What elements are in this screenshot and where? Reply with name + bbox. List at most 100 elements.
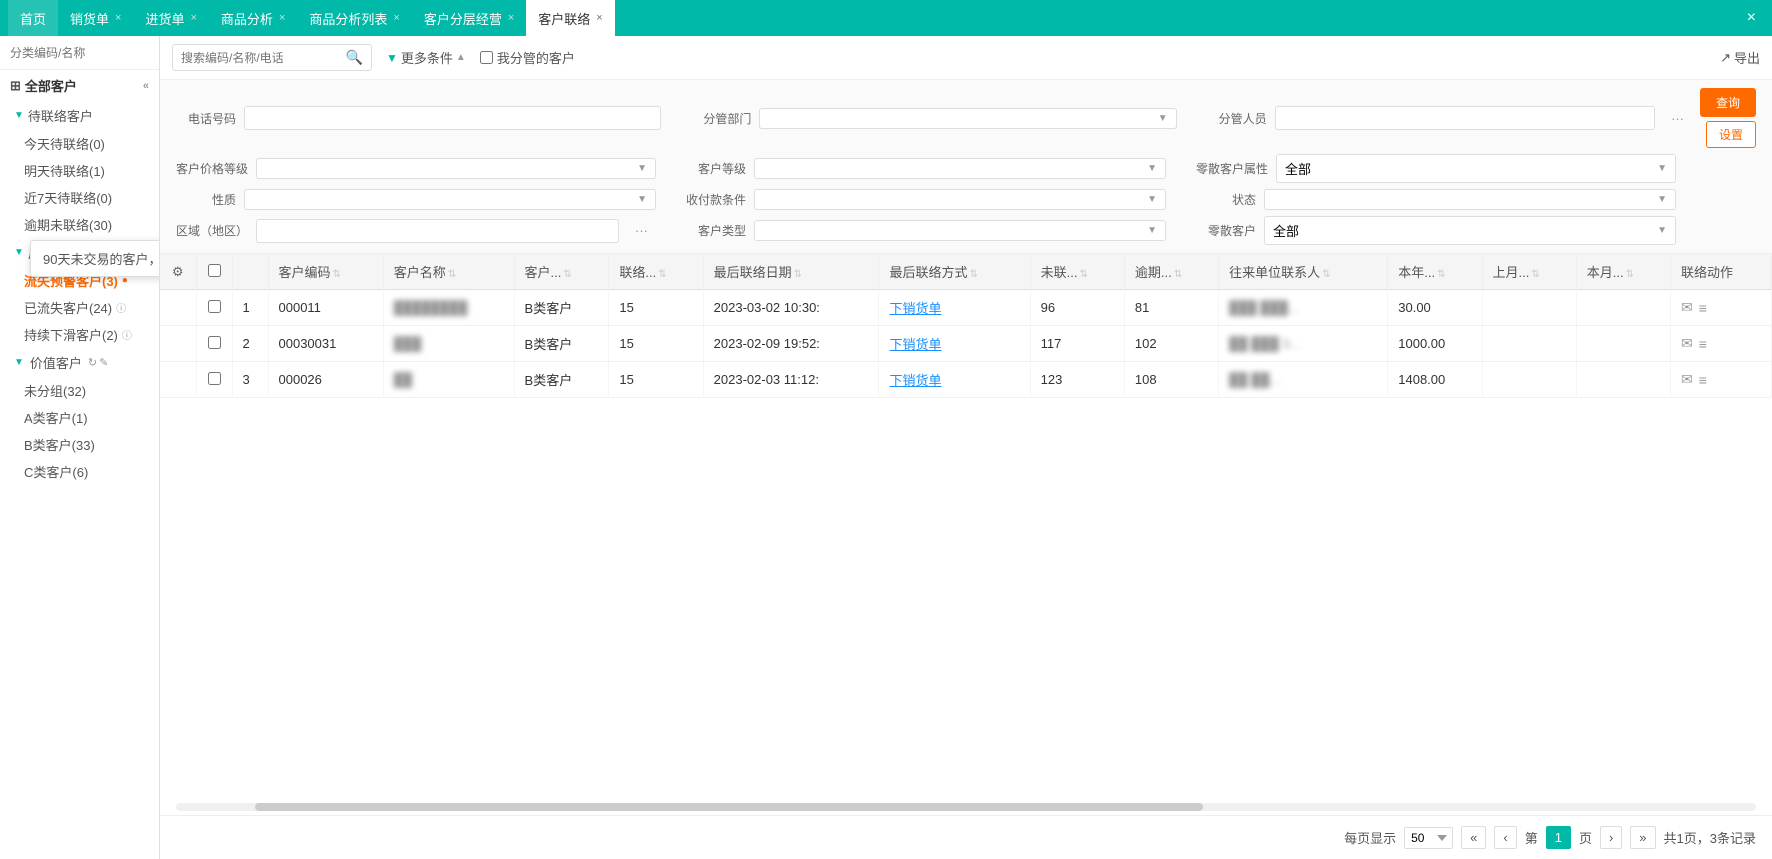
prev-page-button[interactable]: ‹: [1494, 826, 1516, 849]
window-close-button[interactable]: ×: [1739, 5, 1764, 31]
current-page-button[interactable]: 1: [1546, 826, 1571, 849]
col-settings[interactable]: ⚙: [160, 254, 196, 290]
contact-icon[interactable]: ✉: [1681, 299, 1693, 316]
edit-icon[interactable]: ✎: [99, 356, 108, 369]
tab-customer-tier[interactable]: 客户分层经营 ×: [412, 0, 526, 36]
col-last-contact-method[interactable]: 最后联络方式⇅: [879, 254, 1030, 290]
col-this-year[interactable]: 本年...⇅: [1388, 254, 1482, 290]
row-type: B类客户: [514, 326, 609, 362]
close-icon[interactable]: ×: [279, 12, 285, 24]
phone-input[interactable]: [244, 106, 661, 130]
close-icon[interactable]: ×: [393, 12, 399, 24]
tab-home[interactable]: 首页: [8, 0, 58, 36]
row-checkbox[interactable]: [196, 290, 232, 326]
sidebar-item-unclassified[interactable]: 未分组(32): [0, 377, 159, 404]
export-button[interactable]: ↗ 导出: [1720, 48, 1760, 67]
col-type[interactable]: 客户...⇅: [514, 254, 609, 290]
first-page-button[interactable]: «: [1461, 826, 1486, 849]
next-page-button[interactable]: ›: [1600, 826, 1622, 849]
sidebar-item-lost[interactable]: 已流失客户(24) ⓘ: [0, 294, 159, 321]
tab-sales[interactable]: 销货单 ×: [58, 0, 133, 36]
tab-analysis-list[interactable]: 商品分析列表 ×: [297, 0, 411, 36]
row-last-contact-method[interactable]: 下销货单: [879, 362, 1030, 398]
sidebar-item-b-class[interactable]: B类客户(33): [0, 431, 159, 458]
row-name: ██: [383, 362, 514, 398]
arrow-icon: ▼: [1147, 194, 1157, 205]
more-dots-icon[interactable]: ···: [627, 223, 656, 238]
tab-customer-contact[interactable]: 客户联络 ×: [526, 0, 614, 36]
row-settings: [160, 362, 196, 398]
sidebar-all-customers[interactable]: ⊞ 全部客户 «: [0, 70, 159, 101]
tab-purchase[interactable]: 进货单 ×: [133, 0, 208, 36]
sort-icon: ⇅: [1174, 269, 1182, 280]
col-unit-contact[interactable]: 往来单位联系人⇅: [1219, 254, 1388, 290]
dept-select[interactable]: ▼: [759, 108, 1176, 129]
price-level-select[interactable]: ▼: [256, 158, 656, 179]
more-actions-icon[interactable]: ≡: [1699, 372, 1707, 388]
sidebar-item-a-class[interactable]: A类客户(1): [0, 404, 159, 431]
nature-select[interactable]: ▼: [244, 189, 656, 210]
last-page-button[interactable]: »: [1630, 826, 1655, 849]
sort-icon: ⇅: [333, 269, 341, 280]
region-input[interactable]: [256, 219, 619, 243]
per-page-select[interactable]: 50 100 200: [1404, 827, 1453, 849]
customer-level-select[interactable]: ▼: [754, 158, 1166, 179]
settings-button[interactable]: 设置: [1706, 121, 1756, 148]
row-last-contact-method[interactable]: 下销货单: [879, 326, 1030, 362]
customer-type-select[interactable]: ▼: [754, 220, 1166, 241]
my-customers-checkbox-label[interactable]: 我分管的客户: [480, 48, 575, 67]
select-all-checkbox[interactable]: [208, 264, 221, 277]
query-button[interactable]: 查询: [1700, 88, 1756, 117]
contact-icon[interactable]: ✉: [1681, 335, 1693, 352]
contact-icon[interactable]: ✉: [1681, 371, 1693, 388]
col-last-month[interactable]: 上月...⇅: [1482, 254, 1576, 290]
main-search-input[interactable]: [181, 51, 346, 65]
col-this-month[interactable]: 本月...⇅: [1576, 254, 1670, 290]
search-icon[interactable]: 🔍: [346, 49, 363, 66]
col-code[interactable]: 客户编码⇅: [268, 254, 383, 290]
payment-select[interactable]: ▼: [754, 189, 1166, 210]
content-area: 🔍 ▼ 更多条件 ▲ 我分管的客户 ↗ 导出 电话号码: [160, 36, 1772, 859]
more-conditions-btn[interactable]: ▼ 更多条件 ▲: [380, 44, 472, 71]
row-checkbox[interactable]: [196, 362, 232, 398]
more-dots-icon[interactable]: ···: [1663, 111, 1692, 126]
sidebar-item-today[interactable]: 今天待联络(0): [0, 130, 159, 157]
row-code: 000011: [268, 290, 383, 326]
close-icon[interactable]: ×: [115, 12, 121, 24]
main-layout: 🔍 ⊞ 全部客户 « ▼ 待联络客户 今天待联络(0) 明天待联络(1) 近7天…: [0, 36, 1772, 859]
sidebar-item-tomorrow[interactable]: 明天待联络(1): [0, 157, 159, 184]
close-icon[interactable]: ×: [508, 12, 514, 24]
person-input[interactable]: [1275, 106, 1655, 130]
close-icon[interactable]: ×: [596, 12, 602, 24]
more-actions-icon[interactable]: ≡: [1699, 336, 1707, 352]
sidebar-group-value[interactable]: ▼ 价值客户 ↻ ✎: [0, 348, 159, 377]
row-last-contact-method[interactable]: 下销货单: [879, 290, 1030, 326]
sidebar-search-input[interactable]: [10, 46, 160, 60]
scattered-select[interactable]: 全部▼: [1264, 216, 1676, 245]
filter-scattered-customer: 零散客户 全部▼: [1196, 216, 1676, 245]
sidebar-item-overdue[interactable]: 逾期未联络(30): [0, 211, 159, 238]
col-last-contact-date[interactable]: 最后联络日期⇅: [703, 254, 879, 290]
sidebar-item-declining[interactable]: 持续下滑客户(2) ⓘ: [0, 321, 159, 348]
settings-icon[interactable]: ⚙: [172, 264, 184, 279]
sidebar-group-risk[interactable]: ▼ 风险客户 90天未交易的客户，可能有流失风险。: [0, 238, 159, 267]
sidebar-group-pending[interactable]: ▼ 待联络客户: [0, 101, 159, 130]
sidebar-item-c-class[interactable]: C类客户(6): [0, 458, 159, 485]
col-overdue[interactable]: 逾期...⇅: [1124, 254, 1218, 290]
row-checkbox[interactable]: [196, 326, 232, 362]
horizontal-scrollbar[interactable]: [176, 803, 1756, 811]
col-contact[interactable]: 联络...⇅: [609, 254, 703, 290]
info-icon: ⓘ: [116, 300, 126, 315]
col-uncontacted[interactable]: 未联...⇅: [1030, 254, 1124, 290]
close-icon[interactable]: ×: [190, 12, 196, 24]
more-actions-icon[interactable]: ≡: [1699, 300, 1707, 316]
sidebar-item-week[interactable]: 近7天待联络(0): [0, 184, 159, 211]
status-select[interactable]: ▼: [1264, 189, 1676, 210]
scrollbar-thumb[interactable]: [255, 803, 1203, 811]
tab-analysis[interactable]: 商品分析 ×: [209, 0, 297, 36]
my-customers-checkbox[interactable]: [480, 51, 493, 64]
scattered-attr-select[interactable]: 全部▼: [1276, 154, 1676, 183]
col-name[interactable]: 客户名称⇅: [383, 254, 514, 290]
row-actions: ✉ ≡: [1671, 362, 1772, 398]
refresh-icon[interactable]: ↻: [88, 356, 97, 369]
